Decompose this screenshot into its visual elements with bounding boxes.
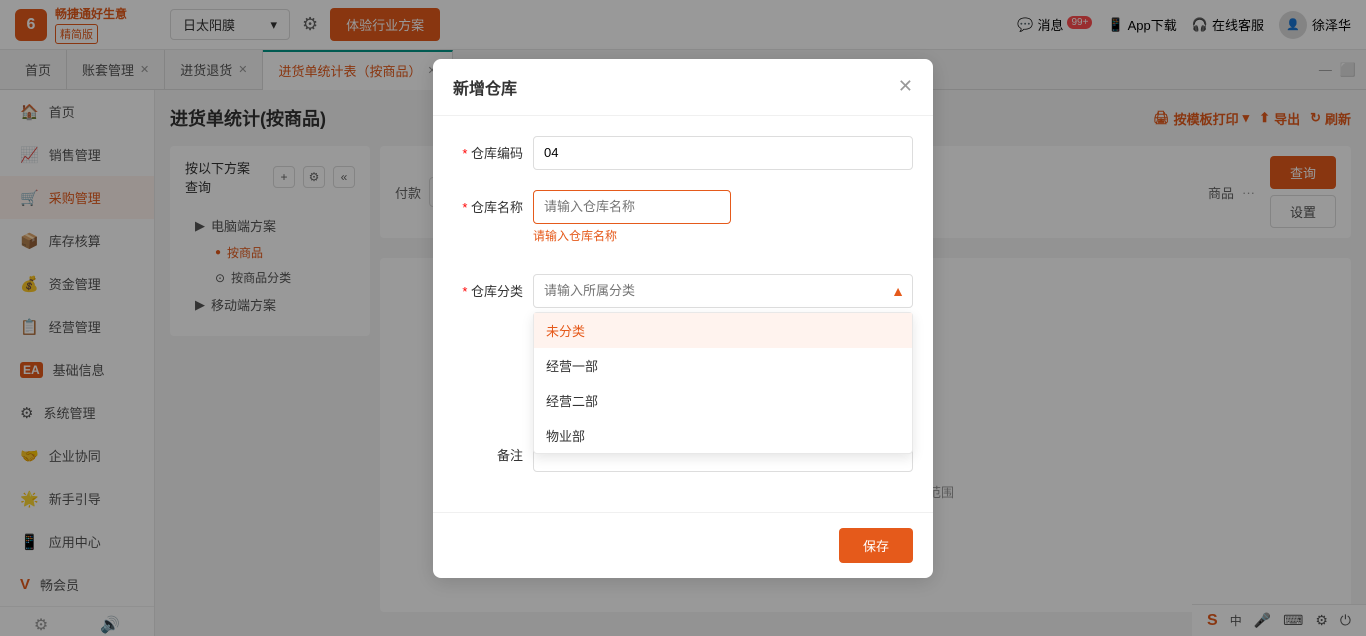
dropdown-option-uncategorized[interactable]: 未分类 [534,313,912,348]
warehouse-category-label: 仓库分类 [453,274,533,300]
modal-footer: 保存 [433,512,933,578]
warehouse-category-row: 仓库分类 ▲ 未分类 经营一部 经营二部 物业部 [453,274,913,308]
dropdown-option-property[interactable]: 物业部 [534,418,912,453]
warehouse-modal: 新增仓库 ✕ 仓库编码 仓库名称 请输入仓库名称 仓库分类 [433,59,933,578]
dropdown-option-dept1[interactable]: 经营一部 [534,348,912,383]
save-button[interactable]: 保存 [839,528,913,563]
warehouse-name-field-wrap: 请输入仓库名称 [533,190,913,244]
modal-overlay: 新增仓库 ✕ 仓库编码 仓库名称 请输入仓库名称 仓库分类 [0,0,1366,636]
modal-header: 新增仓库 ✕ [433,59,933,116]
notes-label: 备注 [453,438,533,464]
warehouse-name-error: 请输入仓库名称 [533,227,913,244]
modal-title: 新增仓库 [453,75,517,99]
warehouse-code-row: 仓库编码 [453,136,913,170]
warehouse-name-row: 仓库名称 请输入仓库名称 [453,190,913,244]
warehouse-name-input[interactable] [533,190,731,224]
warehouse-category-select-wrap: ▲ 未分类 经营一部 经营二部 物业部 [533,274,913,308]
warehouse-code-label: 仓库编码 [453,136,533,162]
category-dropdown: 未分类 经营一部 经营二部 物业部 [533,312,913,454]
modal-body: 仓库编码 仓库名称 请输入仓库名称 仓库分类 ▲ 未分类 [433,116,933,512]
warehouse-category-input[interactable] [533,274,913,308]
category-arrow-icon[interactable]: ▲ [891,283,905,299]
warehouse-code-input[interactable] [533,136,913,170]
modal-close-button[interactable]: ✕ [898,76,913,97]
warehouse-name-label: 仓库名称 [453,190,533,216]
dropdown-option-dept2[interactable]: 经营二部 [534,383,912,418]
